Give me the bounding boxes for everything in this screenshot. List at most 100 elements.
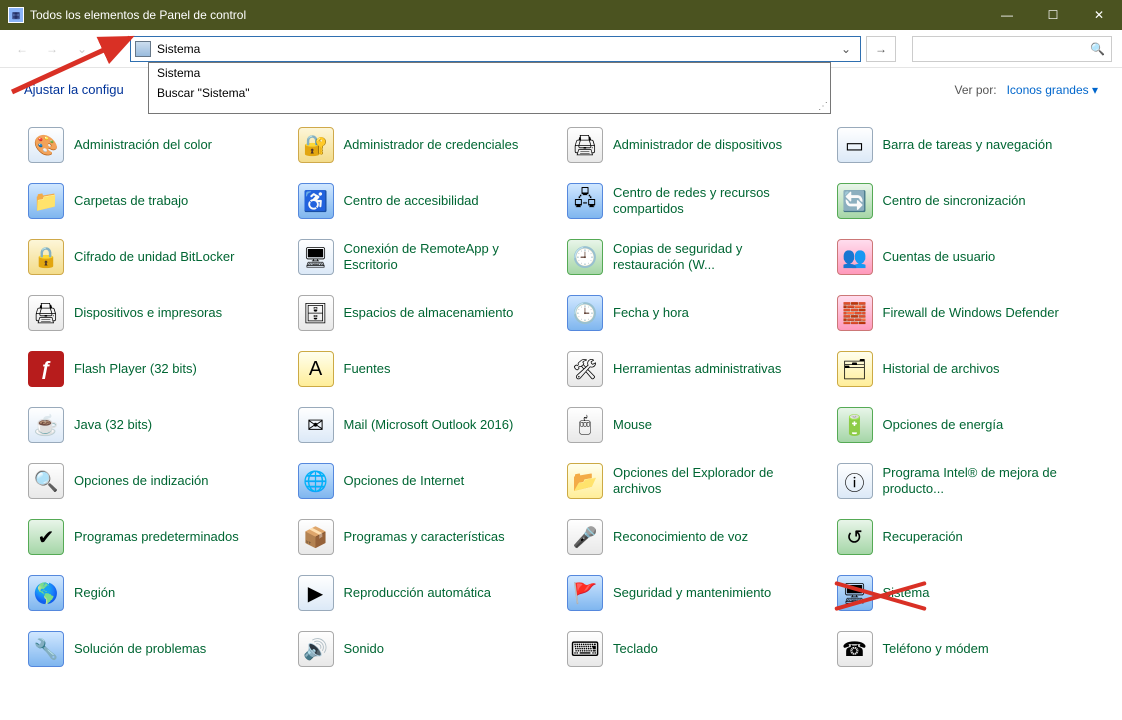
minimize-button[interactable]: — <box>984 0 1030 30</box>
control-panel-item[interactable]: 🕘Copias de seguridad y restauración (W..… <box>563 235 829 279</box>
item-label: Teléfono y módem <box>883 641 989 657</box>
control-panel-item[interactable]: ☎Teléfono y módem <box>833 627 1099 671</box>
item-icon: ⓘ <box>837 463 873 499</box>
control-panel-item[interactable]: 🔄Centro de sincronización <box>833 179 1099 223</box>
control-panel-item[interactable]: ♿ Centro de accesibilidad <box>294 179 560 223</box>
control-panel-item[interactable]: A Fuentes <box>294 347 560 391</box>
item-icon: ↺ <box>837 519 873 555</box>
control-panel-item[interactable]: 📁Carpetas de trabajo <box>24 179 290 223</box>
control-panel-item[interactable]: 🚩 Seguridad y mantenimiento <box>563 571 829 615</box>
address-bar[interactable]: ⌄ <box>130 36 861 62</box>
resize-grip-icon[interactable]: ⋰ <box>818 103 828 111</box>
item-label: Teclado <box>613 641 658 657</box>
search-input[interactable]: 🔍 <box>912 36 1112 62</box>
control-panel-item[interactable]: ⓘPrograma Intel® de mejora de producto..… <box>833 459 1099 503</box>
control-panel-item[interactable]: 🌐 Opciones de Internet <box>294 459 560 503</box>
control-panel-item[interactable]: 🗄Espacios de almacenamiento <box>294 291 560 335</box>
control-panel-item[interactable]: 🖱Mouse <box>563 403 829 447</box>
item-label: Sistema <box>883 585 930 601</box>
item-icon: 🔊 <box>298 631 334 667</box>
item-label: Opciones de Internet <box>344 473 465 489</box>
item-label: Dispositivos e impresoras <box>74 305 222 321</box>
control-panel-item[interactable]: 🕒Fecha y hora <box>563 291 829 335</box>
control-panel-item[interactable]: 🗂Historial de archivos <box>833 347 1099 391</box>
control-panel-item[interactable]: ƒ Flash Player (32 bits) <box>24 347 290 391</box>
control-panel-item[interactable]: ▶ Reproducción automática <box>294 571 560 615</box>
item-label: Solución de problemas <box>74 641 206 657</box>
control-panel-item[interactable]: ↺Recuperación <box>833 515 1099 559</box>
dropdown-option[interactable]: Buscar "Sistema" <box>149 83 830 103</box>
control-panel-item[interactable]: ☕Java (32 bits) <box>24 403 290 447</box>
close-button[interactable]: ✕ <box>1076 0 1122 30</box>
maximize-button[interactable]: ☐ <box>1030 0 1076 30</box>
item-label: Cifrado de unidad BitLocker <box>74 249 234 265</box>
control-panel-item[interactable]: 🌎Región <box>24 571 290 615</box>
item-label: Centro de sincronización <box>883 193 1026 209</box>
forward-button[interactable]: → <box>40 37 64 61</box>
control-panel-item[interactable]: 🖥Sistema <box>833 571 1099 615</box>
item-label: Conexión de RemoteApp y Escritorio <box>344 241 524 274</box>
control-panel-item[interactable]: 🖥Conexión de RemoteApp y Escritorio <box>294 235 560 279</box>
control-panel-item[interactable]: 🖨 Dispositivos e impresoras <box>24 291 290 335</box>
item-label: Reproducción automática <box>344 585 491 601</box>
item-icon: ♿ <box>298 183 334 219</box>
control-panel-item[interactable]: 🧱Firewall de Windows Defender <box>833 291 1099 335</box>
navbar: ← → ⌄ ↑ ⌄ Sistema Buscar "Sistema" ⋰ → 🔍 <box>0 30 1122 68</box>
item-icon: 🖧 <box>567 183 603 219</box>
item-label: Seguridad y mantenimiento <box>613 585 771 601</box>
control-panel-item[interactable]: 🖨Administrador de dispositivos <box>563 123 829 167</box>
item-label: Cuentas de usuario <box>883 249 996 265</box>
control-panel-item[interactable]: 🔒Cifrado de unidad BitLocker <box>24 235 290 279</box>
item-icon: ▶ <box>298 575 334 611</box>
address-dropdown-icon[interactable]: ⌄ <box>836 42 856 56</box>
address-wrapper: ⌄ Sistema Buscar "Sistema" ⋰ <box>130 36 861 62</box>
item-icon: 👥 <box>837 239 873 275</box>
recent-button[interactable]: ⌄ <box>70 37 94 61</box>
item-icon: 🖨 <box>28 295 64 331</box>
page-heading: Ajustar la configu <box>24 82 124 97</box>
item-icon: 🗂 <box>837 351 873 387</box>
item-label: Fuentes <box>344 361 391 377</box>
item-label: Administrador de dispositivos <box>613 137 782 153</box>
item-label: Centro de accesibilidad <box>344 193 479 209</box>
up-button[interactable]: ↑ <box>100 37 124 61</box>
control-panel-item[interactable]: 🎨Administración del color <box>24 123 290 167</box>
address-input[interactable] <box>155 38 832 60</box>
item-icon: 🔐 <box>298 127 334 163</box>
item-label: Programas predeterminados <box>74 529 239 545</box>
dropdown-option[interactable]: Sistema <box>149 63 830 83</box>
control-panel-item[interactable]: 🔐Administrador de credenciales <box>294 123 560 167</box>
item-icon: ƒ <box>28 351 64 387</box>
item-label: Flash Player (32 bits) <box>74 361 197 377</box>
view-by-label: Ver por: <box>955 83 997 97</box>
item-label: Programas y características <box>344 529 505 545</box>
control-panel-item[interactable]: 🖧Centro de redes y recursos compartidos <box>563 179 829 223</box>
go-button[interactable]: → <box>866 36 896 62</box>
item-label: Herramientas administrativas <box>613 361 781 377</box>
item-icon: 🌐 <box>298 463 334 499</box>
item-label: Administración del color <box>74 137 212 153</box>
control-panel-item[interactable]: ✔Programas predeterminados <box>24 515 290 559</box>
control-panel-item[interactable]: ▭Barra de tareas y navegación <box>833 123 1099 167</box>
control-panel-item[interactable]: 🔊 Sonido <box>294 627 560 671</box>
item-icon: A <box>298 351 334 387</box>
item-icon: 🕘 <box>567 239 603 275</box>
item-icon: 🛠 <box>567 351 603 387</box>
control-panel-item[interactable]: 🔍Opciones de indización <box>24 459 290 503</box>
control-panel-item[interactable]: ✉Mail (Microsoft Outlook 2016) <box>294 403 560 447</box>
control-panel-item[interactable]: 🛠 Herramientas administrativas <box>563 347 829 391</box>
control-panel-item[interactable]: 🔧Solución de problemas <box>24 627 290 671</box>
control-panel-item[interactable]: 📂Opciones del Explorador de archivos <box>563 459 829 503</box>
view-by-dropdown[interactable]: Iconos grandes ▾ <box>1007 83 1098 97</box>
item-label: Java (32 bits) <box>74 417 152 433</box>
control-panel-item[interactable]: ⌨Teclado <box>563 627 829 671</box>
item-label: Región <box>74 585 115 601</box>
back-button[interactable]: ← <box>10 37 34 61</box>
control-panel-item[interactable]: 🎤Reconocimiento de voz <box>563 515 829 559</box>
control-panel-item[interactable]: 🔋Opciones de energía <box>833 403 1099 447</box>
control-panel-item[interactable]: 👥 Cuentas de usuario <box>833 235 1099 279</box>
app-icon: ▦ <box>8 7 24 23</box>
item-label: Sonido <box>344 641 384 657</box>
control-panel-item[interactable]: 📦Programas y características <box>294 515 560 559</box>
item-icon: 🚩 <box>567 575 603 611</box>
